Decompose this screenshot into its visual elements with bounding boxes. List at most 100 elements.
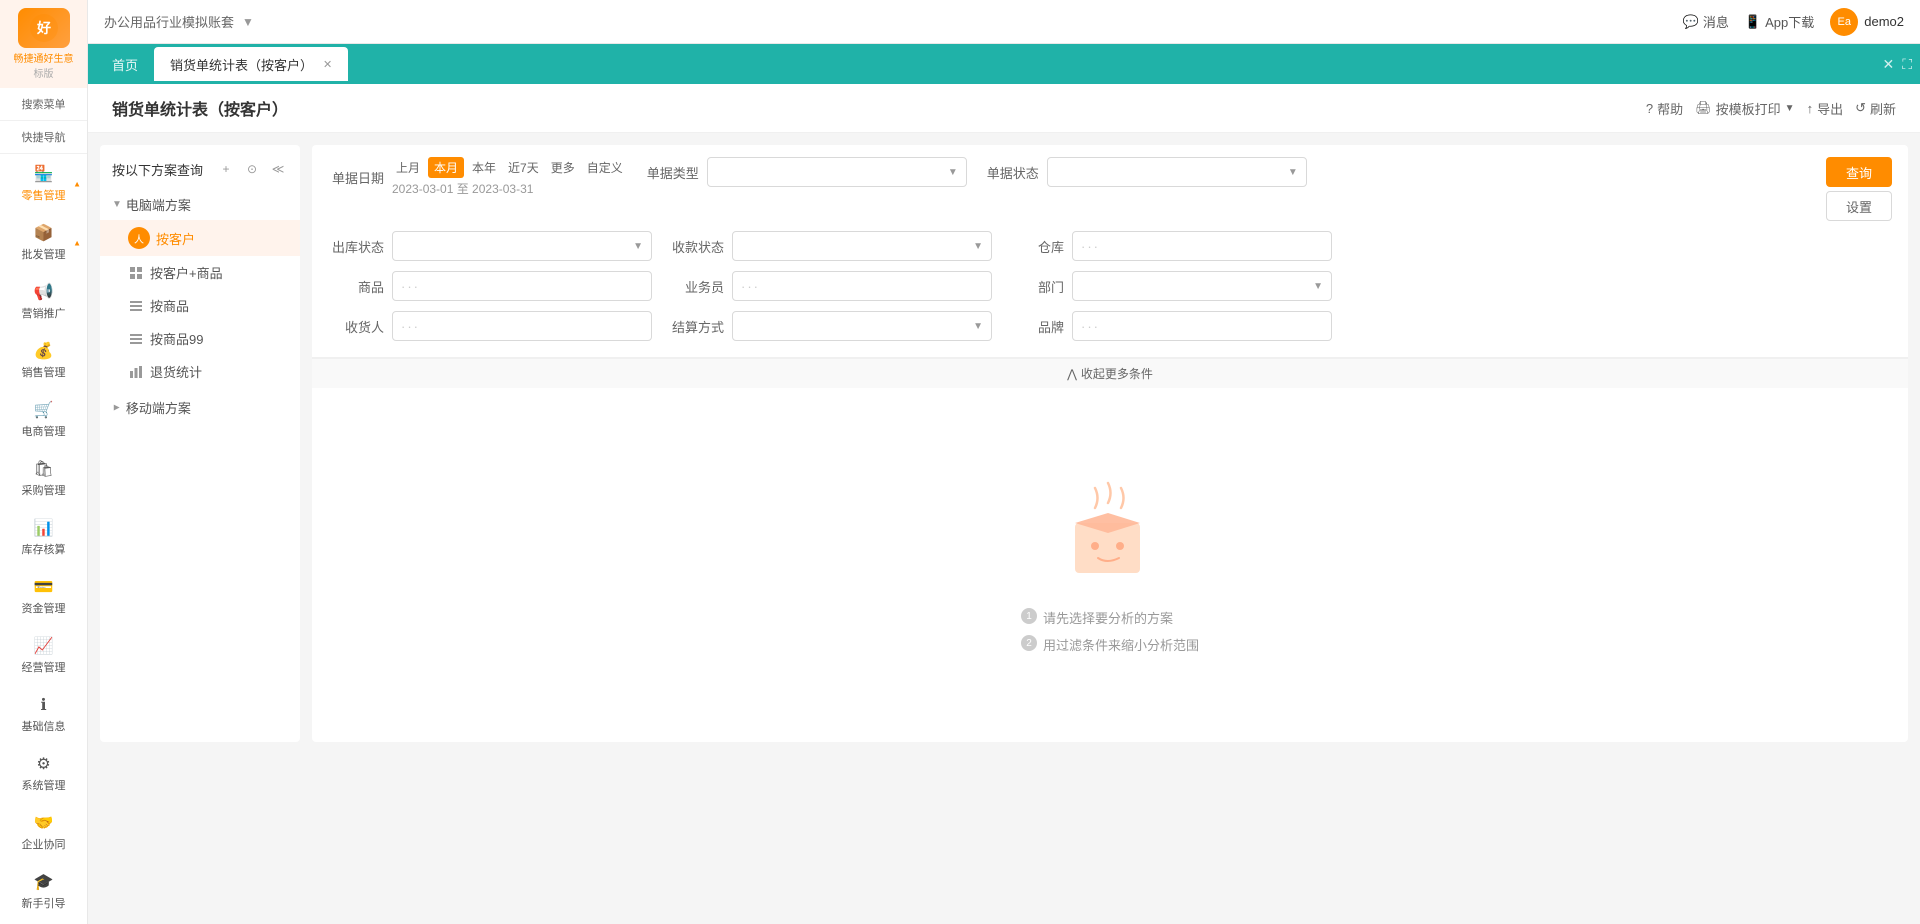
sidebar-search-label: 搜索菜单: [0, 96, 87, 112]
header-right: 💬 消息 📱 App下载 Ea demo2: [1683, 8, 1904, 36]
setting-button[interactable]: 设置: [1826, 191, 1892, 221]
sidebar-item-purchase[interactable]: 🛍 采购管理: [0, 449, 87, 508]
logo-sub: 标版: [34, 65, 54, 80]
dept-label: 部门: [1008, 277, 1064, 296]
settings-scheme-button[interactable]: ⊙: [242, 159, 262, 179]
tab-close-button[interactable]: ✕: [1882, 56, 1894, 73]
scheme-item-by-goods[interactable]: 按商品: [100, 289, 300, 322]
tab-close-icon[interactable]: ✕: [323, 58, 332, 71]
scheme-group-mobile-header[interactable]: ▼ 移动端方案: [100, 392, 300, 423]
scheme-item-return-stat[interactable]: 退货统计: [100, 355, 300, 388]
sidebar-item-wholesale[interactable]: 📦 批发管理: [0, 213, 87, 272]
date-tab-this-month[interactable]: 本月: [428, 157, 464, 178]
date-tab-more[interactable]: 更多: [547, 157, 579, 178]
sidebar-item-purchase-label: 采购管理: [22, 482, 66, 498]
tab-home[interactable]: 首页: [96, 47, 154, 81]
stock-status-select[interactable]: ▼: [392, 231, 652, 261]
scheme-item-by-goods99[interactable]: 按商品99: [100, 322, 300, 355]
sidebar-item-retail[interactable]: 🏪 零售管理: [0, 154, 87, 213]
tab-sales-stat[interactable]: 销货单统计表（按客户） ✕: [154, 47, 348, 81]
content-area: 销货单统计表（按客户） ? 帮助 🖨 按模板打印 ▼ ↑ 导出 ↺ 刷新: [88, 84, 1920, 924]
print-button[interactable]: 🖨 按模板打印 ▼: [1695, 99, 1794, 118]
date-control-wrap: 上月 本月 本年 近7天 更多 自定义 2023-03-01 至 2023-03…: [392, 157, 627, 197]
date-tabs-row: 上月 本月 本年 近7天 更多 自定义: [392, 157, 627, 178]
help-button[interactable]: ? 帮助: [1646, 99, 1683, 118]
warehouse-input[interactable]: ···: [1072, 231, 1332, 261]
newbie-icon: 🎓: [34, 872, 54, 892]
header-dropdown-icon[interactable]: ▼: [242, 15, 254, 29]
receiver-input[interactable]: ···: [392, 311, 652, 341]
scheme-group-desktop-header[interactable]: ▼ 电脑端方案: [100, 189, 300, 220]
app-download-button[interactable]: 📱 App下载: [1745, 12, 1814, 31]
app-download-label: App下载: [1765, 12, 1814, 31]
sidebar-item-corp[interactable]: 🤝 企业协同: [0, 803, 87, 862]
ecommerce-icon: 🛒: [34, 400, 54, 420]
hint-item-1: 1 请先选择要分析的方案: [1021, 608, 1199, 627]
ops-icon: 📈: [34, 636, 54, 656]
refresh-label: 刷新: [1870, 99, 1896, 118]
sidebar-item-newbie[interactable]: 🎓 新手引导: [0, 862, 87, 921]
sidebar-item-marketing[interactable]: 📢 营销推广: [0, 272, 87, 331]
scheme-table2-icon: [128, 331, 144, 347]
filter-row-1: 单据日期 上月 本月 本年 近7天 更多 自定义 20: [328, 157, 1892, 221]
brand-input[interactable]: ···: [1072, 311, 1332, 341]
sidebar-item-ecommerce[interactable]: 🛒 电商管理: [0, 390, 87, 449]
active-scheme-dot: 人: [128, 227, 150, 249]
doc-type-filter: 单据类型 ▼: [643, 157, 967, 187]
message-button[interactable]: 💬 消息: [1683, 12, 1729, 31]
sidebar-item-ops[interactable]: 📈 经营管理: [0, 626, 87, 685]
date-tab-custom[interactable]: 自定义: [583, 157, 627, 178]
app-download-icon: 📱: [1745, 14, 1761, 30]
scheme-item-by-customer-goods-label: 按客户+商品: [150, 263, 223, 282]
sidebar-item-system[interactable]: ⚙ 系统管理: [0, 744, 87, 803]
add-scheme-button[interactable]: +: [216, 159, 236, 179]
dept-select[interactable]: ▼: [1072, 271, 1332, 301]
sidebar-item-basic-label: 基础信息: [22, 718, 66, 734]
sidebar-item-system-label: 系统管理: [22, 777, 66, 793]
collapse-bar[interactable]: ⋀ 收起更多条件: [312, 358, 1908, 388]
main-content: 按以下方案查询 + ⊙ ≪ ▼ 电脑端方案 人 按客户: [88, 133, 1920, 754]
goods-filter: 商品 ···: [328, 271, 652, 301]
dept-arrow-icon: ▼: [1313, 281, 1323, 292]
hint-item-2: 2 用过滤条件来缩小分析范围: [1021, 635, 1199, 654]
export-button[interactable]: ↑ 导出: [1807, 99, 1844, 118]
payment-status-select[interactable]: ▼: [732, 231, 992, 261]
salesman-input[interactable]: ···: [732, 271, 992, 301]
user-avatar: Ea: [1830, 8, 1858, 36]
sidebar-item-sales[interactable]: 💰 销售管理: [0, 331, 87, 390]
sidebar-item-basic[interactable]: ℹ 基础信息: [0, 685, 87, 744]
date-tab-last-month[interactable]: 上月: [392, 157, 424, 178]
doc-status-select[interactable]: ▼: [1047, 157, 1307, 187]
scheme-item-by-customer-goods[interactable]: 按客户+商品: [100, 256, 300, 289]
sidebar-item-wholesale-label: 批发管理: [22, 246, 66, 262]
sidebar-item-finance[interactable]: 💳 资金管理: [0, 567, 87, 626]
scheme-item-by-customer[interactable]: 人 按客户: [100, 220, 300, 256]
tab-sales-stat-label: 销货单统计表（按客户）: [170, 55, 313, 74]
main-wrap: 办公用品行业模拟账套 ▼ 💬 消息 📱 App下载 Ea demo2 首页: [88, 0, 1920, 924]
sidebar-item-stock[interactable]: 📊 库存核算: [0, 508, 87, 567]
collapse-panel-button[interactable]: ≪: [268, 159, 288, 179]
doc-type-label: 单据类型: [643, 163, 699, 182]
doc-type-select[interactable]: ▼: [707, 157, 967, 187]
date-tab-this-year[interactable]: 本年: [468, 157, 500, 178]
tab-maximize-button[interactable]: ⛶: [1902, 56, 1912, 73]
date-tab-7days[interactable]: 近7天: [504, 157, 543, 178]
purchase-icon: 🛍: [33, 459, 53, 479]
sidebar-quicknav[interactable]: 快捷导航: [0, 121, 87, 154]
sidebar: 好 畅捷通好生意 标版 搜索菜单 快捷导航 🏪 零售管理 📦 批发管理 📢 营销…: [0, 0, 88, 924]
logo-text: 畅捷通好生意: [14, 50, 74, 65]
stock-status-filter: 出库状态 ▼: [328, 231, 652, 261]
collapse-up-icon: ⋀: [1067, 367, 1077, 381]
user-profile[interactable]: Ea demo2: [1830, 8, 1904, 36]
settlement-select[interactable]: ▼: [732, 311, 992, 341]
dept-filter: 部门 ▼: [1008, 271, 1332, 301]
sidebar-search[interactable]: 搜索菜单: [0, 88, 87, 121]
sidebar-item-corp-label: 企业协同: [22, 836, 66, 852]
sidebar-item-marketing-label: 营销推广: [22, 305, 66, 321]
scheme-group-mobile: ▼ 移动端方案: [100, 392, 300, 423]
mobile-group-expand-icon: ▼: [111, 403, 122, 413]
query-button[interactable]: 查询: [1826, 157, 1892, 187]
salesman-filter: 业务员 ···: [668, 271, 992, 301]
goods-input[interactable]: ···: [392, 271, 652, 301]
refresh-button[interactable]: ↺ 刷新: [1855, 99, 1896, 118]
